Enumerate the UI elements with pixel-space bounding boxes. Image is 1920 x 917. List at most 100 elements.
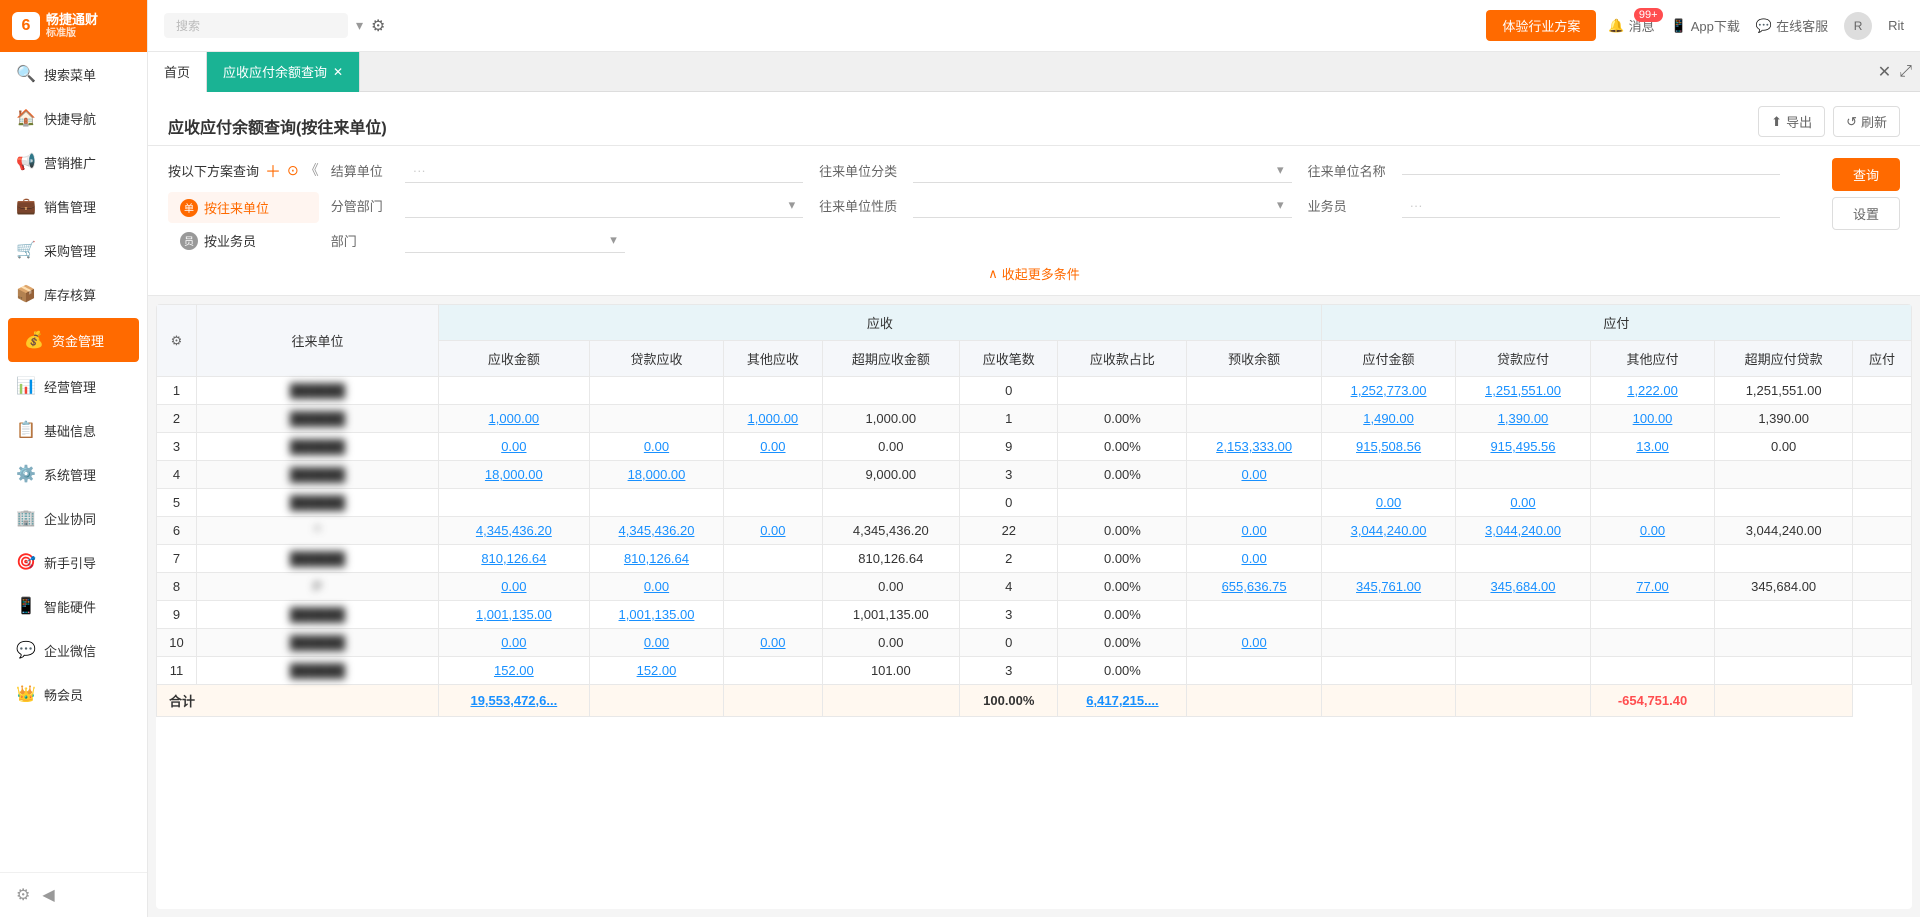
sales-icon: 💼: [16, 196, 36, 216]
app-icon: 📱: [1671, 18, 1687, 34]
logo-icon: 6: [12, 12, 40, 40]
col-payable-group-header: 应付: [1321, 305, 1911, 341]
sidebar-item-enterprise[interactable]: 🏢 企业协同: [0, 496, 147, 540]
settlement-unit-input[interactable]: ···: [405, 159, 803, 183]
sidebar-item-marketing[interactable]: 📢 营销推广: [0, 140, 147, 184]
sidebar-item-inventory[interactable]: 📦 库存核算: [0, 272, 147, 316]
notice-badge: 99+: [1634, 8, 1663, 22]
query-type-by-salesperson[interactable]: 员 按业务员: [168, 225, 319, 256]
header-right: 🔔 消息 99+ 📱 App下载 💬 在线客服 R Rit: [1608, 12, 1904, 40]
sidebar-item-member[interactable]: 👑 畅会员: [0, 672, 147, 716]
table-row: 7 ██████ 810,126.64 810,126.64 810,126.6…: [157, 545, 1912, 573]
username-text[interactable]: Rit: [1888, 18, 1904, 33]
data-table-wrapper: ⚙ 往来单位 应收 应付 应收金额 贷款应收 其他应收 超期应收金额 应收笔数 …: [156, 304, 1912, 909]
salesperson-input[interactable]: ···: [1402, 194, 1780, 218]
purchase-icon: 🛒: [16, 240, 36, 260]
unit-category-input[interactable]: ▾: [913, 158, 1291, 183]
filter-field-unit-nature: 往来单位性质 ▾: [819, 193, 1291, 218]
collapse-filter-icon[interactable]: 《: [305, 160, 319, 180]
settings-button[interactable]: 设置: [1832, 197, 1900, 230]
close-window-icon[interactable]: ✕: [1878, 62, 1891, 82]
table-total-row: 合计 19,553,472,6... 100.00% 6,417,215....…: [157, 685, 1912, 717]
unit-nature-input[interactable]: ▾: [913, 193, 1291, 218]
action-buttons: 查询 设置: [1832, 158, 1900, 230]
basic-icon: 📋: [16, 420, 36, 440]
col-pay-other: 其他应付: [1590, 341, 1715, 377]
query-type-by-unit[interactable]: 单 按往来单位: [168, 192, 319, 223]
maximize-window-icon[interactable]: ⤢: [1899, 63, 1912, 81]
query-type-nav: 按以下方案查询 ＋ ⊙ 《 单 按往来单位 员 按业务员: [168, 158, 319, 258]
search-icon: 🔍: [16, 64, 36, 84]
header-search-area[interactable]: 搜索: [164, 13, 348, 38]
search-placeholder-text: 搜索: [176, 17, 336, 34]
filter-field-settlement: 结算单位 ···: [331, 159, 803, 183]
unit-name-input[interactable]: [1402, 166, 1780, 175]
table-settings-icon[interactable]: ⚙: [171, 333, 183, 348]
config-filter-icon[interactable]: ⊙: [287, 162, 299, 179]
sidebar-bottom: ⚙ ◀: [0, 872, 147, 917]
inventory-icon: 📦: [16, 284, 36, 304]
collapse-sidebar-icon[interactable]: ◀: [42, 885, 54, 905]
sidebar-item-guide[interactable]: 🎯 新手引导: [0, 540, 147, 584]
app-download-button[interactable]: 📱 App下载: [1671, 16, 1740, 35]
total-label: 合计: [157, 685, 439, 717]
sidebar-item-sales[interactable]: 💼 销售管理: [0, 184, 147, 228]
page-header: 应收应付余额查询(按往来单位) ⬆ 导出 ↺ 刷新: [148, 92, 1920, 146]
sidebar-item-wechat[interactable]: 💬 企业微信: [0, 628, 147, 672]
sidebar-item-quicknav[interactable]: 🏠 快捷导航: [0, 96, 147, 140]
gear-bottom-icon[interactable]: ⚙: [16, 885, 30, 905]
col-pay-extra: 应付: [1852, 341, 1911, 377]
tab-home[interactable]: 首页: [148, 52, 207, 92]
avatar: R: [1844, 12, 1872, 40]
home-icon: 🏠: [16, 108, 36, 128]
table-row: 1 ██████ 0 1,252,773.00 1,251,551.00 1,2…: [157, 377, 1912, 405]
notice-button[interactable]: 🔔 消息 99+: [1608, 16, 1654, 35]
table-row: 5 ██████ 0 0.00 0.00: [157, 489, 1912, 517]
marketing-icon: 📢: [16, 152, 36, 172]
total-recv-prepaid[interactable]: 6,417,215....: [1058, 685, 1187, 717]
total-recv-amt[interactable]: 19,553,472,6...: [438, 685, 589, 717]
dept-input[interactable]: ▾: [405, 193, 803, 218]
sidebar: 6 畅捷通财 标准版 🔍 搜索菜单 🏠 快捷导航 📢 营销推广 💼 销售管理 🛒…: [0, 0, 148, 917]
add-filter-icon[interactable]: ＋: [265, 158, 281, 182]
service-icon: 💬: [1756, 18, 1772, 34]
sidebar-item-operations[interactable]: 📊 经营管理: [0, 364, 147, 408]
member-icon: 👑: [16, 684, 36, 704]
sidebar-item-system[interactable]: ⚙️ 系统管理: [0, 452, 147, 496]
filter-group-header: 按以下方案查询 ＋ ⊙ 《: [168, 158, 319, 182]
table-row: 10 ██████ 0.00 0.00 0.00 0.00 0 0.00% 0.…: [157, 629, 1912, 657]
solution-button[interactable]: 体验行业方案: [1486, 10, 1596, 41]
col-recv-loan: 贷款应收: [589, 341, 723, 377]
header-dropdown-btn[interactable]: ▾: [356, 17, 363, 34]
system-icon: ⚙️: [16, 464, 36, 484]
collapse-icon: ∧: [988, 266, 998, 282]
col-unit-header: 往来单位: [197, 305, 439, 377]
filter-fields: 结算单位 ··· 往来单位分类 ▾: [331, 158, 1900, 258]
service-button[interactable]: 💬 在线客服: [1756, 16, 1828, 35]
col-recv-other: 其他应收: [724, 341, 822, 377]
operations-icon: 📊: [16, 376, 36, 396]
query-type-sales-icon: 员: [180, 232, 198, 250]
export-button[interactable]: ⬆ 导出: [1758, 106, 1825, 137]
header-gear-icon[interactable]: ⚙: [371, 16, 385, 36]
sidebar-item-hardware[interactable]: 📱 智能硬件: [0, 584, 147, 628]
table-row: 11 ██████ 152.00 152.00 101.00 3 0.00%: [157, 657, 1912, 685]
tab-close-icon[interactable]: ✕: [333, 65, 343, 79]
refresh-button[interactable]: ↺ 刷新: [1833, 106, 1900, 137]
tab-query[interactable]: 应收应付余额查询 ✕: [207, 52, 360, 92]
sidebar-item-finance[interactable]: 💰 资金管理: [8, 318, 139, 362]
total-recv-ratio: 100.00%: [960, 685, 1058, 717]
sidebar-item-search[interactable]: 🔍 搜索菜单: [0, 52, 147, 96]
sidebar-item-basic[interactable]: 📋 基础信息: [0, 408, 147, 452]
sidebar-item-purchase[interactable]: 🛒 采购管理: [0, 228, 147, 272]
enterprise-icon: 🏢: [16, 508, 36, 528]
filter-field-dept: 分管部门 ▾: [331, 193, 803, 218]
col-pay-loan: 贷款应付: [1456, 341, 1590, 377]
department-input[interactable]: ▾: [405, 228, 625, 253]
table-row: 4 ██████ 18,000.00 18,000.00 9,000.00 3 …: [157, 461, 1912, 489]
collapse-bar[interactable]: ∧ 收起更多条件: [168, 258, 1900, 283]
col-recv-ratio: 应收款占比: [1058, 341, 1187, 377]
table-row: 9 ██████ 1,001,135.00 1,001,135.00 1,001…: [157, 601, 1912, 629]
query-button[interactable]: 查询: [1832, 158, 1900, 191]
query-type-unit-icon: 单: [180, 199, 198, 217]
